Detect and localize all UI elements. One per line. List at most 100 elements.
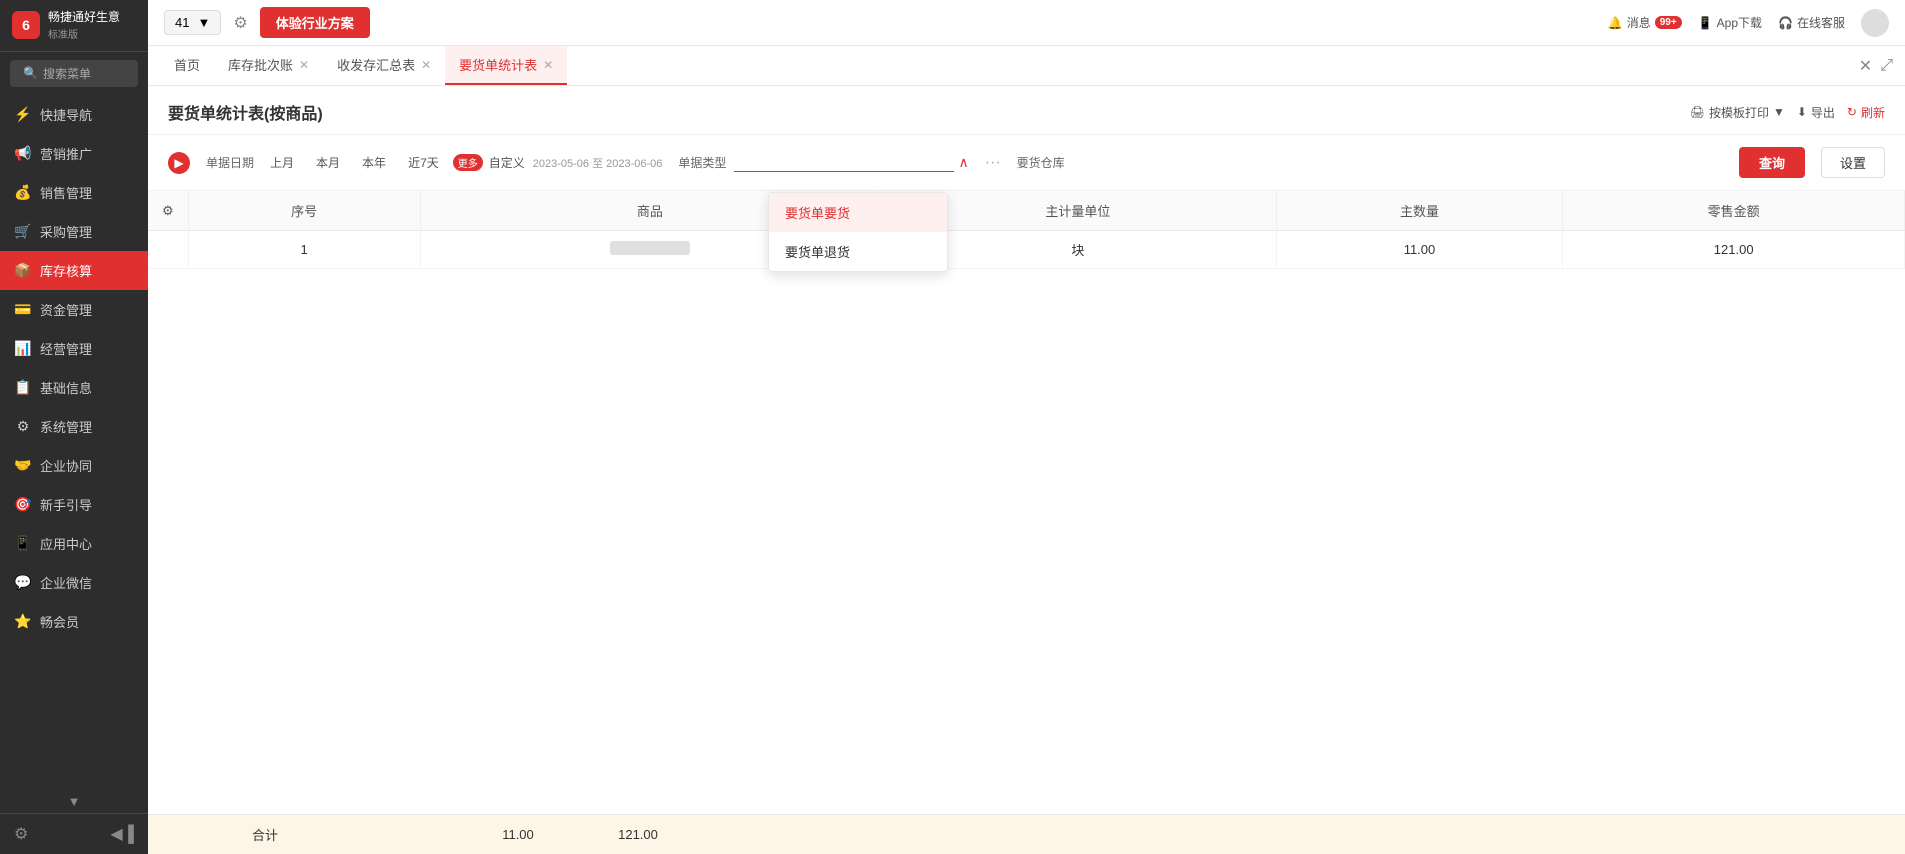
collapse-icon[interactable]: ◀▐ — [110, 824, 134, 844]
brand-name: 畅捷通好生意 — [48, 10, 120, 26]
sidebar-label-wechat: 企业微信 — [40, 573, 92, 592]
sidebar-item-quick-nav[interactable]: ⚡ 快捷导航 — [0, 95, 148, 134]
date-shortcuts: 上月 本月 本年 近7天 更多 自定义 — [262, 152, 525, 173]
sidebar-item-operations[interactable]: 📊 经营管理 — [0, 329, 148, 368]
tabbar: 首页库存批次账✕收发存汇总表✕要货单统计表✕ ✕ ⤢ — [148, 46, 1905, 86]
app-download-label: App下载 — [1717, 14, 1762, 31]
export-btn[interactable]: ⬇ 导出 — [1797, 104, 1835, 121]
th-settings[interactable]: ⚙ — [148, 191, 188, 231]
tab-close-receive-summary[interactable]: ✕ — [421, 58, 431, 72]
tab-receive-summary[interactable]: 收发存汇总表✕ — [323, 46, 445, 85]
dropdown-item-order-goods[interactable]: 要货单要货 — [769, 193, 947, 232]
filter-expand-btn[interactable]: ▶ — [168, 152, 190, 174]
page-title: 要货单统计表(按商品) — [168, 100, 323, 124]
user-avatar[interactable] — [1861, 9, 1889, 37]
tab-close-order-stats[interactable]: ✕ — [543, 58, 553, 72]
th-quantity: 主数量 — [1276, 191, 1563, 231]
app-logo-icon: 6 — [12, 11, 40, 39]
sidebar-item-guide[interactable]: 🎯 新手引导 — [0, 485, 148, 524]
td-index-0: 1 — [188, 231, 420, 269]
sidebar-footer: ⚙ ◀▐ — [0, 813, 148, 854]
close-window-icon[interactable]: ✕ — [1859, 56, 1872, 76]
system-icon: ⚙ — [14, 417, 32, 435]
type-dropdown: 要货单要货要货单退货 — [768, 192, 948, 272]
tab-label-home: 首页 — [174, 55, 200, 74]
sidebar-label-app-center: 应用中心 — [40, 534, 92, 553]
sidebar-scroll-down[interactable]: ▼ — [0, 790, 148, 813]
tab-close-inventory-batch[interactable]: ✕ — [299, 58, 309, 72]
query-button[interactable]: 查询 — [1739, 147, 1805, 178]
guide-icon: 🎯 — [14, 495, 32, 513]
sidebar-label-finance: 资金管理 — [40, 300, 92, 319]
dropdown-item-order-return[interactable]: 要货单退货 — [769, 232, 947, 271]
refresh-btn[interactable]: ↻ 刷新 — [1847, 104, 1885, 121]
phone-icon: 📱 — [1698, 16, 1713, 30]
sidebar-label-operations: 经营管理 — [40, 339, 92, 358]
tab-inventory-batch[interactable]: 库存批次账✕ — [214, 46, 323, 85]
table-footer: 合计 11.00 121.00 — [148, 814, 1905, 854]
last-month-btn[interactable]: 上月 — [262, 152, 302, 173]
tabbar-actions: ✕ ⤢ — [1859, 56, 1893, 76]
sidebar-search[interactable]: 🔍 搜索菜单 — [10, 60, 138, 87]
sidebar-label-member: 畅会员 — [40, 612, 79, 631]
refresh-icon: ↻ — [1847, 105, 1857, 119]
tab-order-stats[interactable]: 要货单统计表✕ — [445, 46, 567, 85]
content-area: 要货单统计表(按商品) 🖨 按模板打印 ▼ ⬇ 导出 ↻ 刷新 ▶ — [148, 86, 1905, 854]
tab-home[interactable]: 首页 — [160, 46, 214, 85]
sidebar-item-sales[interactable]: 💰 销售管理 — [0, 173, 148, 212]
type-label: 单据类型 — [678, 154, 726, 171]
sidebar-item-basic-info[interactable]: 📋 基础信息 — [0, 368, 148, 407]
sidebar-item-wechat[interactable]: 💬 企业微信 — [0, 563, 148, 602]
sidebar-nav: ⚡ 快捷导航 📢 营销推广 💰 销售管理 🛒 采购管理 📦 库存核算 💳 资金管… — [0, 95, 148, 790]
print-btn[interactable]: 🖨 按模板打印 ▼ — [1690, 104, 1785, 121]
sidebar-item-purchase[interactable]: 🛒 采购管理 — [0, 212, 148, 251]
headset-icon: 🎧 — [1778, 16, 1793, 30]
recent-badge[interactable]: 更多 — [453, 154, 483, 171]
custom-btn[interactable]: 自定义 — [489, 154, 525, 171]
th-index: 序号 — [188, 191, 420, 231]
enterprise-icon: 🤝 — [14, 456, 32, 474]
type-chevron-icon[interactable]: ∧ — [958, 154, 968, 171]
app-download-btn[interactable]: 📱 App下载 — [1698, 14, 1762, 31]
recent7-btn[interactable]: 近7天 — [400, 152, 447, 173]
company-selector[interactable]: 41 ▼ — [164, 10, 221, 35]
messages-label: 消息 — [1627, 14, 1651, 31]
data-table: ⚙ 序号 商品 主计量单位 主数量 零售金额 1 块 11.00 121.00 — [148, 191, 1905, 269]
sidebar-item-finance[interactable]: 💳 资金管理 — [0, 290, 148, 329]
online-service-btn[interactable]: 🎧 在线客服 — [1778, 14, 1845, 31]
marketing-icon: 📢 — [14, 144, 32, 162]
sidebar-item-member[interactable]: ⭐ 畅会员 — [0, 602, 148, 641]
sidebar-item-marketing[interactable]: 📢 营销推广 — [0, 134, 148, 173]
type-more-icon[interactable]: ··· — [985, 154, 1001, 172]
sidebar-item-system[interactable]: ⚙ 系统管理 — [0, 407, 148, 446]
sidebar-label-basic-info: 基础信息 — [40, 378, 92, 397]
messages-btn[interactable]: 🔔 消息 99+ — [1608, 14, 1682, 31]
print-chevron-icon: ▼ — [1773, 105, 1785, 119]
td-settings-0 — [148, 231, 188, 269]
messages-badge: 99+ — [1655, 16, 1682, 29]
sidebar-item-inventory[interactable]: 📦 库存核算 — [0, 251, 148, 290]
this-year-btn[interactable]: 本年 — [354, 152, 394, 173]
settings-button[interactable]: 设置 — [1821, 147, 1885, 178]
search-icon: 🔍 — [23, 66, 38, 80]
trial-button[interactable]: 体验行业方案 — [260, 7, 370, 38]
type-input[interactable] — [734, 153, 954, 172]
type-input-wrap: ∧ — [734, 153, 968, 172]
this-month-btn[interactable]: 本月 — [308, 152, 348, 173]
bell-icon: 🔔 — [1608, 16, 1623, 30]
date-range-display: 2023-05-06 至 2023-06-06 — [533, 155, 663, 171]
sidebar-label-inventory: 库存核算 — [40, 261, 92, 280]
sidebar-item-app-center[interactable]: 📱 应用中心 — [0, 524, 148, 563]
topbar-settings-icon[interactable]: ⚙ — [233, 13, 247, 33]
footer-label: 合计 — [238, 825, 338, 844]
expand-icon[interactable]: ⤢ — [1880, 57, 1893, 75]
topbar-left: 41 ▼ ⚙ 体验行业方案 — [164, 7, 370, 38]
td-quantity-0: 11.00 — [1276, 231, 1563, 269]
settings-icon[interactable]: ⚙ — [14, 824, 28, 844]
sidebar-label-marketing: 营销推广 — [40, 144, 92, 163]
sidebar-item-enterprise[interactable]: 🤝 企业协同 — [0, 446, 148, 485]
filter-area: ▶ 单据日期 上月 本月 本年 近7天 更多 自定义 2023-05-06 至 … — [148, 135, 1905, 191]
app-center-icon: 📱 — [14, 534, 32, 552]
sidebar-label-quick-nav: 快捷导航 — [40, 105, 92, 124]
page-header: 要货单统计表(按商品) 🖨 按模板打印 ▼ ⬇ 导出 ↻ 刷新 — [148, 86, 1905, 135]
